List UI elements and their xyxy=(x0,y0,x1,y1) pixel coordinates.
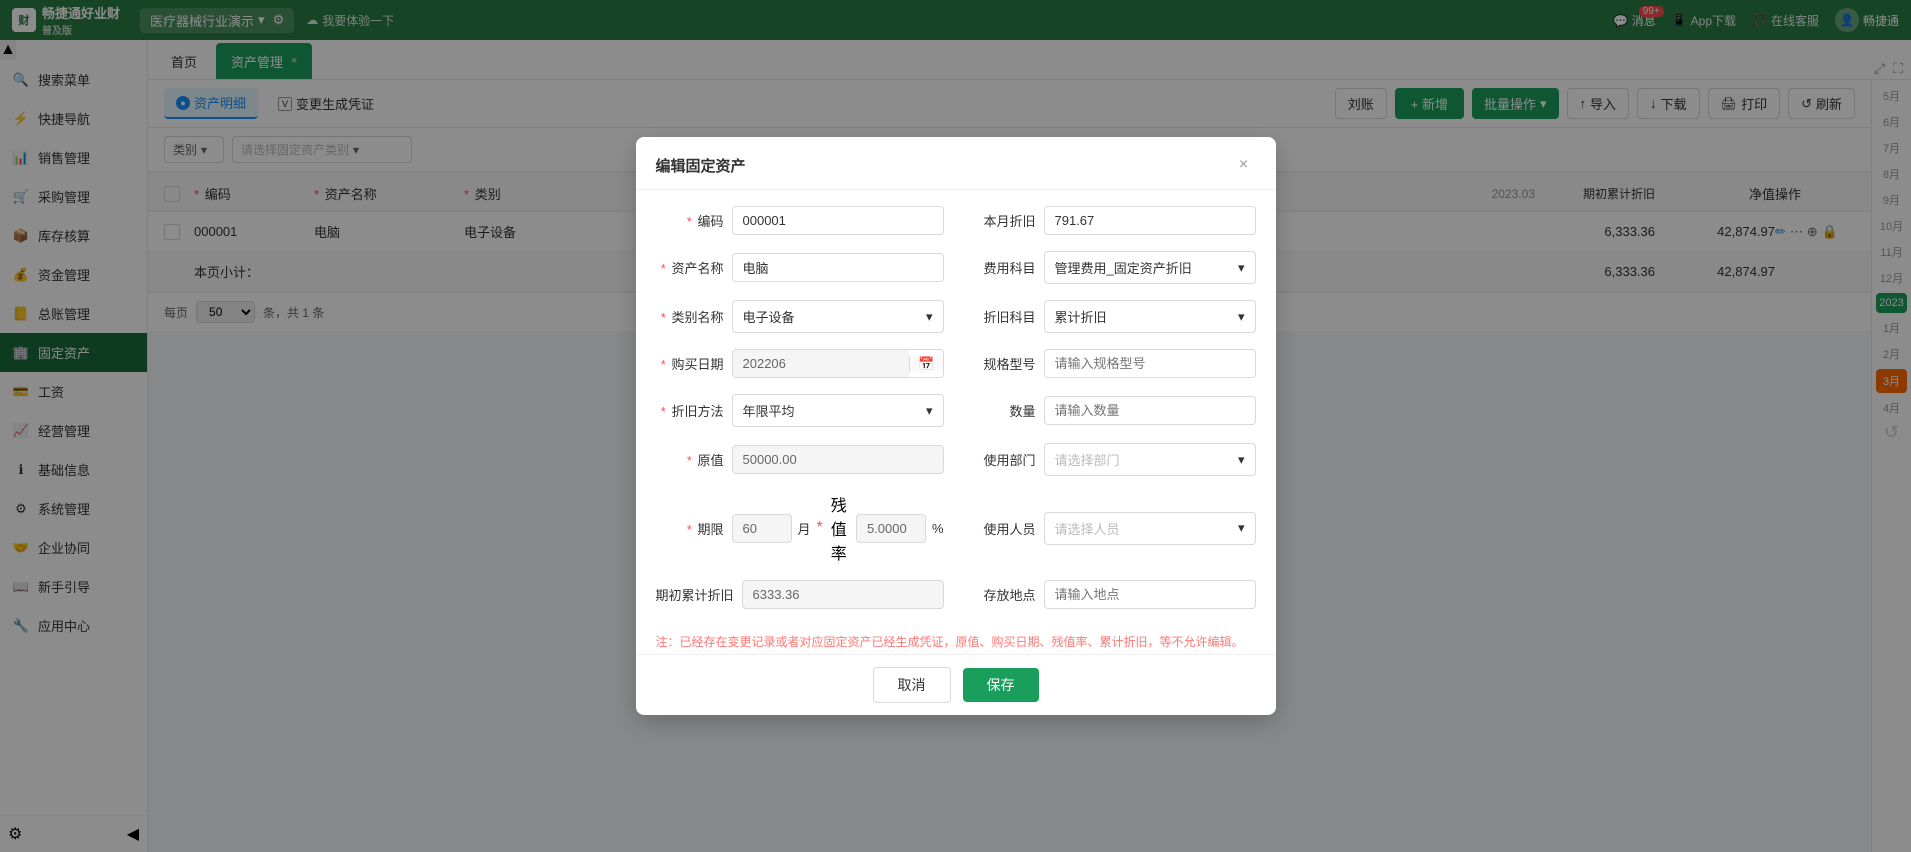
asset-name-input[interactable] xyxy=(732,253,944,282)
original-value-label: * 原值 xyxy=(656,450,724,469)
form-grid: * 编码 本月折旧 * 资产名称 xyxy=(656,206,1256,609)
edit-asset-dialog: 编辑固定资产 × * 编码 本月折旧 xyxy=(636,137,1276,715)
save-button[interactable]: 保存 xyxy=(963,668,1039,702)
initial-depreciation-input[interactable] xyxy=(742,580,944,609)
category-select[interactable]: 电子设备 ▾ xyxy=(732,300,944,333)
dialog-footer: 取消 保存 xyxy=(636,654,1276,715)
dept-chevron-icon: ▾ xyxy=(1238,452,1245,468)
department-label: 使用部门 xyxy=(968,450,1036,469)
asset-name-label: * 资产名称 xyxy=(656,258,724,277)
dialog-body: * 编码 本月折旧 * 资产名称 xyxy=(636,190,1276,625)
dialog-header: 编辑固定资产 × xyxy=(636,137,1276,190)
person-select[interactable]: 请选择人员 ▾ xyxy=(1044,512,1256,545)
field-expense-subject: 费用科目 管理费用_固定资产折旧 ▾ xyxy=(968,251,1256,284)
field-person: 使用人员 请选择人员 ▾ xyxy=(968,492,1256,564)
depreciation-subject-label: 折旧科目 xyxy=(968,307,1036,326)
field-location: 存放地点 xyxy=(968,580,1256,609)
field-monthly-depreciation: 本月折旧 xyxy=(968,206,1256,235)
field-depreciation-subject: 折旧科目 累计折旧 ▾ xyxy=(968,300,1256,333)
depreciation-subject-chevron-icon: ▾ xyxy=(1238,309,1245,325)
quantity-label: 数量 xyxy=(968,401,1036,420)
field-quantity: 数量 xyxy=(968,394,1256,427)
field-code: * 编码 xyxy=(656,206,944,235)
category-label: * 类别名称 xyxy=(656,307,724,326)
monthly-depreciation-input[interactable] xyxy=(1044,206,1256,235)
category-chevron-icon: ▾ xyxy=(926,309,933,325)
period-label: * 期限 xyxy=(656,519,724,538)
method-chevron-icon: ▾ xyxy=(926,403,933,419)
field-period-residual: * 期限 月 * 残值率 % xyxy=(656,492,944,564)
field-initial-depreciation: 期初累计折旧 xyxy=(656,580,944,609)
field-spec: 规格型号 xyxy=(968,349,1256,378)
dialog-title: 编辑固定资产 xyxy=(656,155,746,176)
department-select[interactable]: 请选择部门 ▾ xyxy=(1044,443,1256,476)
period-residual-wrapper: 月 * 残值率 % xyxy=(732,492,944,564)
depreciation-method-label: * 折旧方法 xyxy=(656,401,724,420)
field-asset-name: * 资产名称 xyxy=(656,251,944,284)
period-input[interactable] xyxy=(732,514,792,543)
dialog-overlay: 编辑固定资产 × * 编码 本月折旧 xyxy=(0,0,1911,852)
monthly-depreciation-label: 本月折旧 xyxy=(968,211,1036,230)
location-label: 存放地点 xyxy=(968,585,1036,604)
residual-rate-input[interactable] xyxy=(856,514,926,543)
quantity-input[interactable] xyxy=(1044,396,1256,425)
person-label: 使用人员 xyxy=(968,519,1036,538)
field-category: * 类别名称 电子设备 ▾ xyxy=(656,300,944,333)
cancel-button[interactable]: 取消 xyxy=(873,667,951,703)
original-value-input[interactable] xyxy=(732,445,944,474)
depreciation-method-select[interactable]: 年限平均 ▾ xyxy=(732,394,944,427)
expense-subject-select[interactable]: 管理费用_固定资产折旧 ▾ xyxy=(1044,251,1256,284)
spec-input[interactable] xyxy=(1044,349,1256,378)
code-label: * 编码 xyxy=(656,211,724,230)
field-depreciation-method: * 折旧方法 年限平均 ▾ xyxy=(656,394,944,427)
depreciation-subject-select[interactable]: 累计折旧 ▾ xyxy=(1044,300,1256,333)
expense-chevron-icon: ▾ xyxy=(1238,260,1245,276)
spec-label: 规格型号 xyxy=(968,354,1036,373)
dialog-note: 注：已经存在变更记录或者对应固定资产已经生成凭证，原值、购买日期、残值率、累计折… xyxy=(636,625,1276,654)
purchase-date-input[interactable] xyxy=(733,350,910,377)
field-original-value: * 原值 xyxy=(656,443,944,476)
dialog-close-btn[interactable]: × xyxy=(1232,153,1256,177)
field-purchase-date: * 购买日期 📅 xyxy=(656,349,944,378)
field-department: 使用部门 请选择部门 ▾ xyxy=(968,443,1256,476)
calendar-icon[interactable]: 📅 xyxy=(909,356,942,372)
code-input[interactable] xyxy=(732,206,944,235)
initial-depreciation-label: 期初累计折旧 xyxy=(656,585,734,604)
purchase-date-label: * 购买日期 xyxy=(656,354,724,373)
purchase-date-input-wrapper: 📅 xyxy=(732,349,944,378)
expense-subject-label: 费用科目 xyxy=(968,258,1036,277)
location-input[interactable] xyxy=(1044,580,1256,609)
person-chevron-icon: ▾ xyxy=(1238,520,1245,536)
